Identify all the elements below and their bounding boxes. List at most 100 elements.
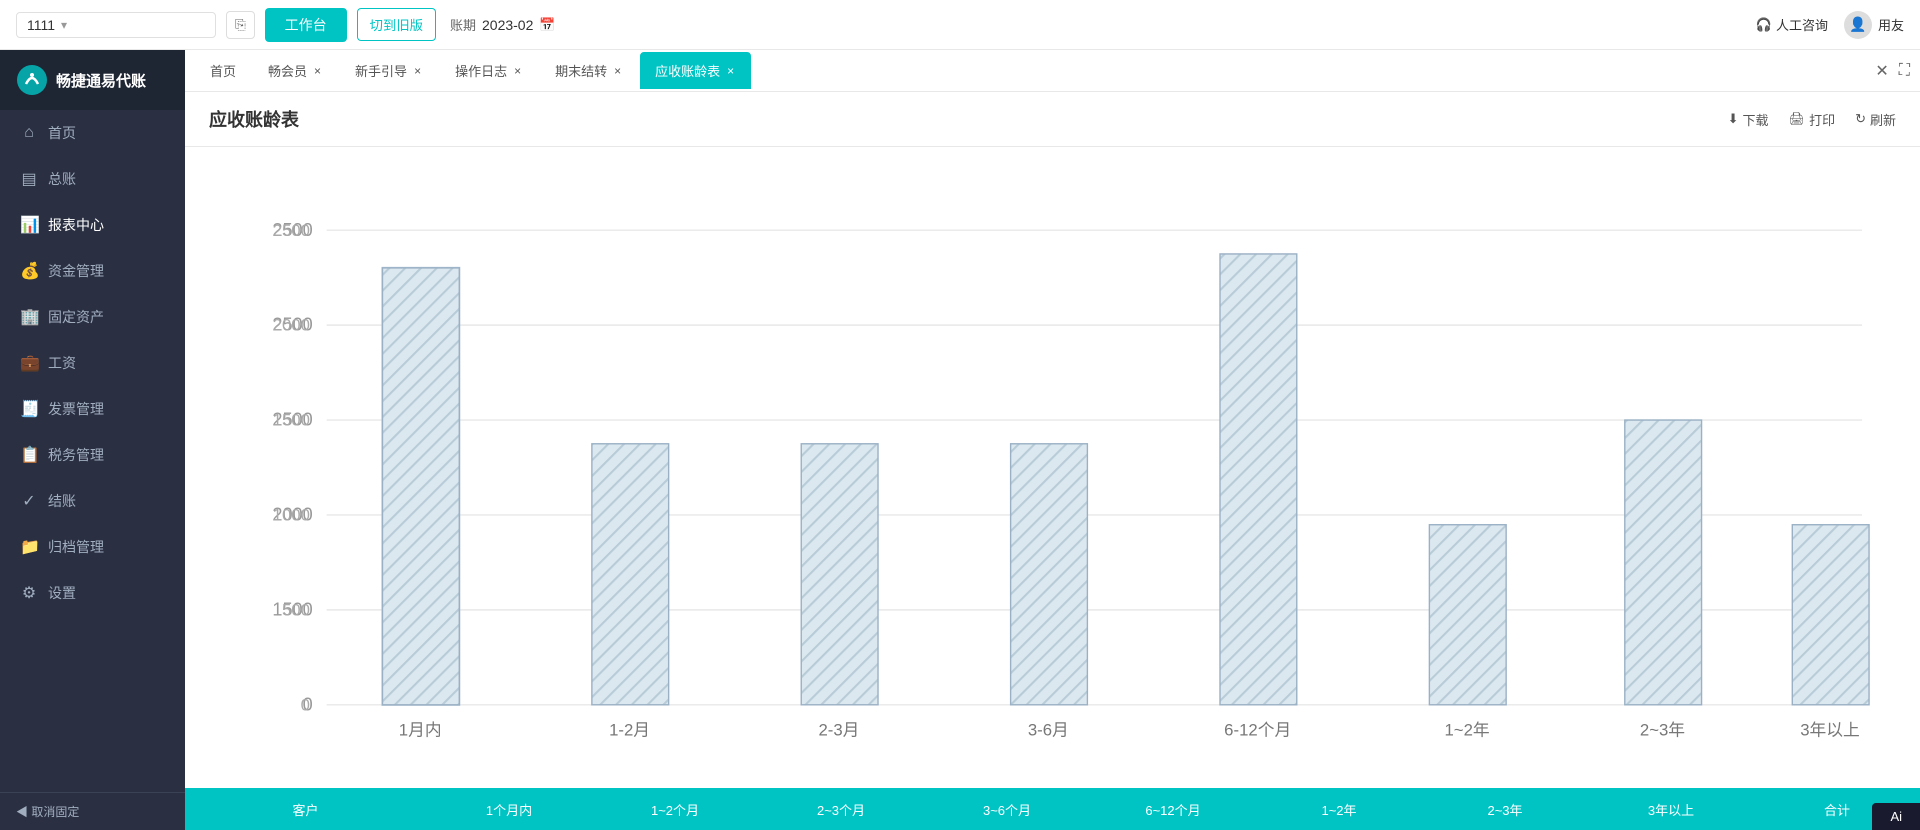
th-3-6month: 3~6个月 xyxy=(924,800,1090,819)
th-1-2year: 1~2年 xyxy=(1256,800,1422,819)
tax-icon: 📋 xyxy=(20,445,38,465)
sidebar-item-reports[interactable]: 📊 报表中心 xyxy=(0,202,185,248)
svg-text:6-12个月: 6-12个月 xyxy=(1224,721,1291,740)
tab-close-icon[interactable]: × xyxy=(312,64,323,78)
tab-label: 操作日志 xyxy=(455,61,507,80)
print-button[interactable]: 🖨 打印 xyxy=(1789,110,1836,129)
settings-icon: ⚙ xyxy=(20,583,38,603)
ai-label: Ai xyxy=(1890,809,1902,824)
ledger-icon: ▤ xyxy=(20,169,38,189)
tab-label: 首页 xyxy=(210,61,236,80)
checkout-icon: ✓ xyxy=(20,491,38,511)
maximize-window-button[interactable]: ⛶ xyxy=(1899,62,1910,80)
page-content: 应收账龄表 ⬇ 下载 🖨 打印 ↻ 刷新 xyxy=(185,92,1920,830)
main-layout: 畅捷通易代账 ⌂ 首页 ▤ 总账 📊 报表中心 💰 资金管理 🏢 固定资产 💼 … xyxy=(0,50,1920,830)
download-icon: ⬇ xyxy=(1728,111,1739,127)
tab-oplog[interactable]: 操作日志 × xyxy=(440,52,538,89)
consulting-label: 人工咨询 xyxy=(1776,15,1828,34)
th-1-2month: 1~2个月 xyxy=(592,800,758,819)
calendar-icon[interactable]: 📅 xyxy=(539,17,555,33)
sidebar-item-salary[interactable]: 💼 工资 xyxy=(0,340,185,386)
close-window-button[interactable]: ✕ xyxy=(1875,61,1888,81)
sidebar-label: 固定资产 xyxy=(48,307,104,327)
tabs-right: ✕ ⛶ xyxy=(1875,61,1910,81)
user-area[interactable]: 👤 用友 xyxy=(1844,11,1904,39)
tabs-bar: 首页 畅会员 × 新手引导 × 操作日志 × 期末结转 × 应收账龄表 × xyxy=(185,50,1920,92)
svg-text:3-6月: 3-6月 xyxy=(1028,721,1069,740)
home-icon: ⌂ xyxy=(20,124,38,142)
print-label: 打印 xyxy=(1809,110,1835,129)
svg-text:1-2月: 1-2月 xyxy=(609,721,650,740)
sidebar-item-funds[interactable]: 💰 资金管理 xyxy=(0,248,185,294)
svg-text:3年以上: 3年以上 xyxy=(1800,721,1860,740)
content-area: 首页 畅会员 × 新手引导 × 操作日志 × 期末结转 × 应收账龄表 × xyxy=(185,50,1920,830)
tab-close-icon[interactable]: × xyxy=(412,64,423,78)
top-header: 1111 ▾ ⎘ 工作台 切到旧版 账期 2023-02 📅 🎧 人工咨询 👤 … xyxy=(0,0,1920,50)
th-2-3month: 2~3个月 xyxy=(758,800,924,819)
sidebar-item-home[interactable]: ⌂ 首页 xyxy=(0,110,185,156)
sidebar-item-tax[interactable]: 📋 税务管理 xyxy=(0,432,185,478)
sidebar-label: 资金管理 xyxy=(48,261,104,281)
period-label: 账期 xyxy=(450,15,476,34)
sidebar-item-invoice[interactable]: 🧾 发票管理 xyxy=(0,386,185,432)
archive-icon: 📁 xyxy=(20,537,38,557)
cancel-fixed-button[interactable]: ◀ 取消固定 xyxy=(0,792,185,830)
tab-guide[interactable]: 新手引导 × xyxy=(340,52,438,89)
tab-close-icon[interactable]: × xyxy=(512,64,523,78)
tab-period-end[interactable]: 期末结转 × xyxy=(540,52,638,89)
funds-icon: 💰 xyxy=(20,261,38,281)
logo-icon xyxy=(16,64,48,96)
tab-label: 新手引导 xyxy=(355,61,407,80)
sidebar-label: 结账 xyxy=(48,491,76,511)
period-value: 2023-02 xyxy=(482,17,533,33)
th-customer: 客户 xyxy=(185,800,426,819)
workbench-button[interactable]: 工作台 xyxy=(265,8,347,42)
th-3year-plus: 3年以上 xyxy=(1588,800,1754,819)
th-1month: 1个月内 xyxy=(426,800,592,819)
tab-close-icon[interactable]: × xyxy=(725,64,736,78)
sidebar-label: 总账 xyxy=(48,169,76,189)
sidebar-item-archive[interactable]: 📁 归档管理 xyxy=(0,524,185,570)
refresh-label: 刷新 xyxy=(1870,110,1896,129)
print-icon: 🖨 xyxy=(1789,111,1806,127)
tab-aging[interactable]: 应收账龄表 × xyxy=(640,52,751,89)
sidebar-label: 税务管理 xyxy=(48,445,104,465)
consulting-button[interactable]: 🎧 人工咨询 xyxy=(1756,15,1828,34)
svg-text:1000: 1000 xyxy=(273,506,310,525)
assets-icon: 🏢 xyxy=(20,307,38,327)
sidebar-label: 设置 xyxy=(48,583,76,603)
salary-icon: 💼 xyxy=(20,353,38,373)
user-name: 用友 xyxy=(1878,15,1904,34)
ai-badge[interactable]: Ai xyxy=(1872,803,1920,830)
tab-member[interactable]: 畅会员 × xyxy=(253,52,338,89)
avatar: 👤 xyxy=(1844,11,1872,39)
copy-button[interactable]: ⎘ xyxy=(226,11,255,39)
chevron-down-icon: ▾ xyxy=(61,18,67,32)
page-title: 应收账龄表 xyxy=(209,106,299,132)
svg-text:2~3年: 2~3年 xyxy=(1640,721,1685,740)
svg-text:1月内: 1月内 xyxy=(399,721,442,740)
sidebar-item-settings[interactable]: ⚙ 设置 xyxy=(0,570,185,616)
company-selector[interactable]: 1111 ▾ xyxy=(16,12,216,38)
th-6-12month: 6~12个月 xyxy=(1090,800,1256,819)
company-name: 1111 xyxy=(27,17,55,33)
svg-text:2-3月: 2-3月 xyxy=(818,721,859,740)
download-button[interactable]: ⬇ 下载 xyxy=(1728,110,1769,129)
sidebar-item-checkout[interactable]: ✓ 结账 xyxy=(0,478,185,524)
refresh-button[interactable]: ↻ 刷新 xyxy=(1855,110,1896,129)
logo-text: 畅捷通易代账 xyxy=(56,70,146,91)
tab-label: 应收账龄表 xyxy=(655,61,720,80)
svg-text:1500: 1500 xyxy=(273,411,310,430)
th-2-3year: 2~3年 xyxy=(1422,800,1588,819)
tab-label: 期末结转 xyxy=(555,61,607,80)
sidebar-item-assets[interactable]: 🏢 固定资产 xyxy=(0,294,185,340)
sidebar-item-ledger[interactable]: ▤ 总账 xyxy=(0,156,185,202)
tab-close-icon[interactable]: × xyxy=(612,64,623,78)
switch-old-button[interactable]: 切到旧版 xyxy=(357,8,436,41)
tab-home[interactable]: 首页 xyxy=(195,52,251,89)
svg-text:2500: 2500 xyxy=(273,221,310,240)
sidebar-label: 首页 xyxy=(48,123,76,143)
logo-area: 畅捷通易代账 xyxy=(0,50,185,110)
chart-container: 2500 2500 2500 2000 1500 0 0 500 1000 15… xyxy=(185,147,1920,788)
reports-icon: 📊 xyxy=(20,215,38,235)
